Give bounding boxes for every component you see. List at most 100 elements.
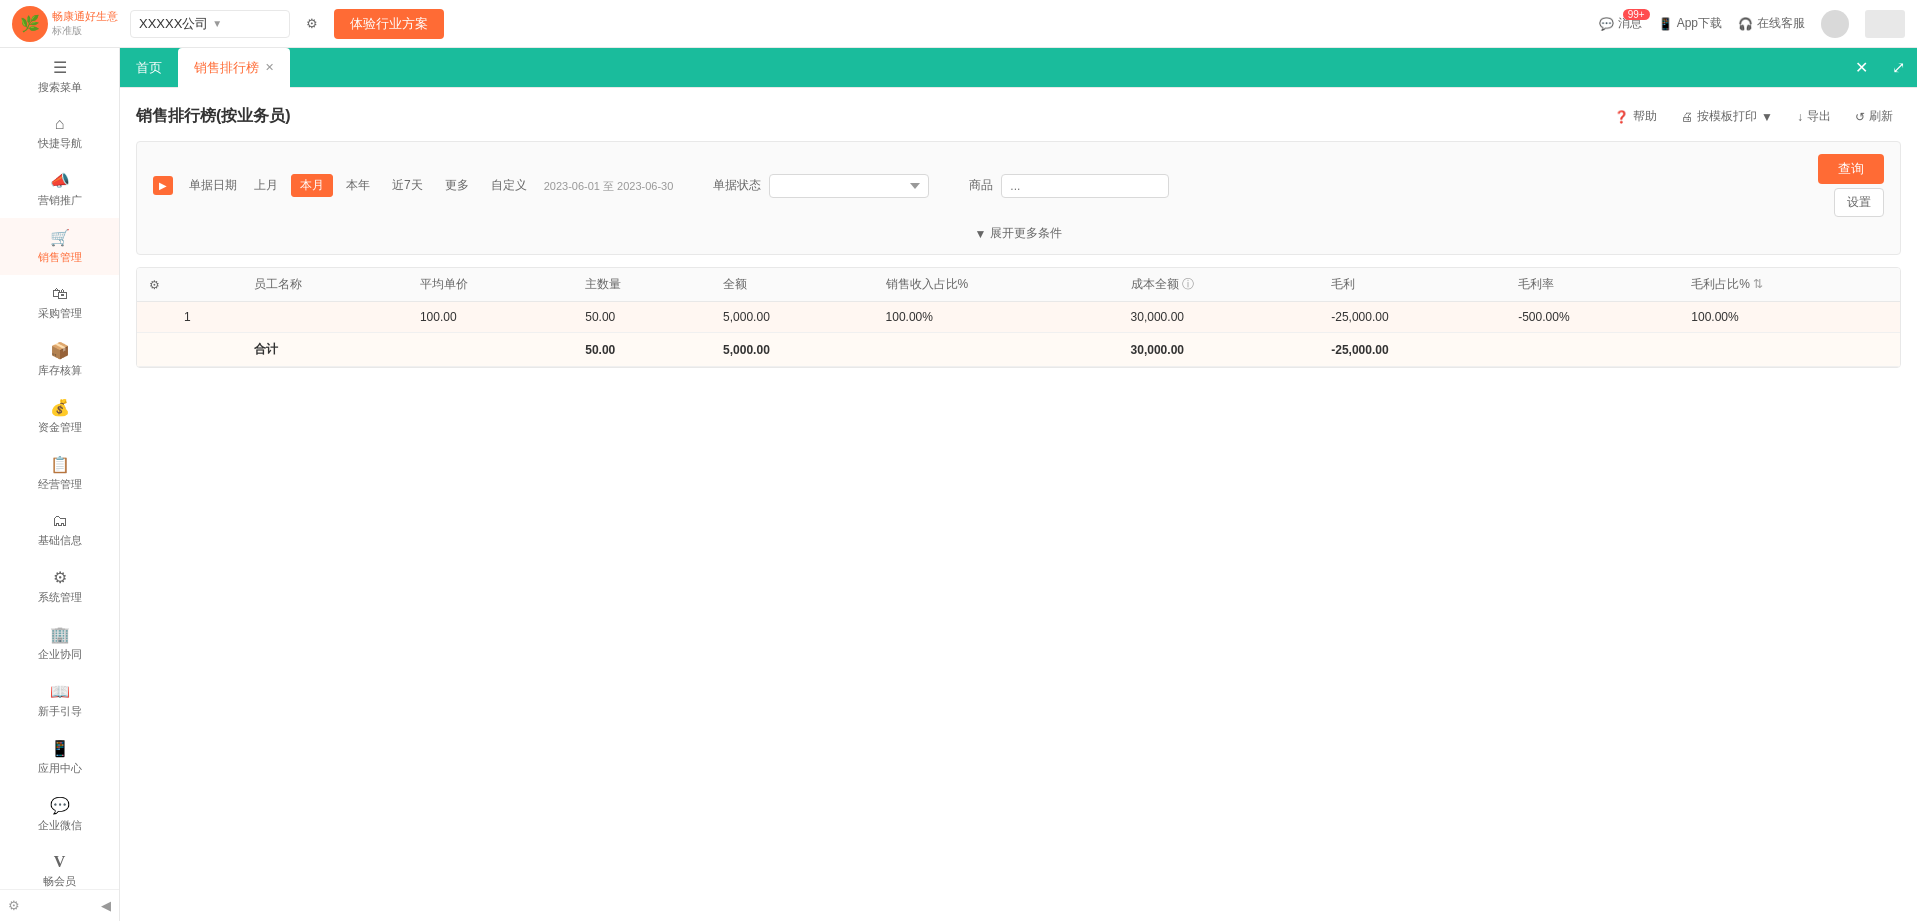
tab-expand-icon[interactable]: ⤢ [1880,48,1917,88]
sidebar-item-marketing[interactable]: 📣 营销推广 [0,161,119,218]
marketing-icon: 📣 [50,171,70,190]
date-tab-custom[interactable]: 自定义 [482,174,536,197]
trial-button[interactable]: 体验行业方案 [334,9,444,39]
settings-button[interactable]: ⚙ [298,10,326,38]
expand-conditions-btn[interactable]: ▼ 展开更多条件 [153,225,1884,242]
tab-close-all-icon[interactable]: ✕ [1843,48,1880,88]
sidebar-item-finance[interactable]: 💰 资金管理 [0,388,119,445]
th-gross-rate: 毛利率 [1506,268,1679,302]
status-select[interactable] [769,174,929,198]
print-chevron-icon: ▼ [1761,110,1773,124]
table-row: 1 100.00 50.00 5,000.00 100.00% 30,000.0… [137,302,1900,333]
help-button[interactable]: ❓ 帮助 [1606,104,1665,129]
message-badge: 99+ [1623,9,1650,20]
inventory-icon: 📦 [50,341,70,360]
th-name: 员工名称 [242,268,407,302]
th-gross: 毛利 [1319,268,1506,302]
operations-icon: 📋 [50,455,70,474]
sidebar-item-inventory[interactable]: 📦 库存核算 [0,331,119,388]
sidebar-item-basic-info[interactable]: 🗂 基础信息 [0,502,119,558]
th-qty: 主数量 [573,268,711,302]
table-footer-row: 合计 50.00 5,000.00 30,000.00 -25,000.00 [137,333,1900,367]
top-bar-left: 🌿 畅康通好生意 标准版 XXXXX公司 ▼ ⚙ 体验行业方案 [12,6,1599,42]
sidebar-menu: ☰ 搜索菜单 ⌂ 快捷导航 📣 营销推广 🛒 销售管理 🛍 采购管理 [0,48,119,889]
logo-icon: 🌿 [12,6,48,42]
online-service-button[interactable]: 🎧 在线客服 [1738,15,1805,32]
basic-icon: 🗂 [52,512,68,530]
app-center-icon: 📱 [50,739,70,758]
cost-info-icon[interactable]: ⓘ [1182,277,1194,291]
sidebar-item-quick-nav[interactable]: ⌂ 快捷导航 [0,105,119,161]
td-qty: 50.00 [573,302,711,333]
goods-input[interactable] [1001,174,1169,198]
gross-pct-sort-icon[interactable]: ⇅ [1753,277,1763,291]
footer-qty: 50.00 [573,333,711,367]
sidebar-item-system[interactable]: ⚙ 系统管理 [0,558,119,615]
print-icon: 🖨 [1681,110,1693,124]
company-selector[interactable]: XXXXX公司 ▼ [130,10,290,38]
filter-settings-button[interactable]: 设置 [1834,188,1884,217]
footer-rank [172,333,242,367]
query-button[interactable]: 查询 [1818,154,1884,184]
print-button[interactable]: 🖨 按模板打印 ▼ [1673,104,1781,129]
td-avg-price: 100.00 [408,302,573,333]
refresh-icon: ↺ [1855,110,1865,124]
date-tab-prev-month[interactable]: 上月 [245,174,287,197]
tab-sales-rank[interactable]: 销售排行榜 ✕ [178,48,290,88]
sidebar-item-operations[interactable]: 📋 经营管理 [0,445,119,502]
sidebar-label-guide: 新手引导 [38,704,82,719]
refresh-button[interactable]: ↺ 刷新 [1847,104,1901,129]
sidebar-collapse-icon[interactable]: ◀ [101,898,111,913]
message-button[interactable]: 💬 消息 99+ [1599,15,1642,32]
filter-collapse-btn[interactable]: ▶ [153,176,173,195]
filter-row: ▶ 单据日期 上月 本月 本年 近7天 更多 自定义 [153,154,1884,217]
td-gross-rate: -500.00% [1506,302,1679,333]
avatar[interactable] [1821,10,1849,38]
date-tab-last7[interactable]: 近7天 [383,174,432,197]
logo-sub: 标准版 [52,24,118,38]
sidebar-label-system: 系统管理 [38,590,82,605]
sidebar-label-operations: 经营管理 [38,477,82,492]
sidebar-item-guide[interactable]: 📖 新手引导 [0,672,119,729]
footer-avg-price [408,333,573,367]
date-filter: 单据日期 上月 本月 本年 近7天 更多 自定义 2023-06-01 至 20… [189,174,673,197]
top-bar-right: 💬 消息 99+ 📱 App下载 🎧 在线客服 [1599,10,1905,38]
date-tab-more[interactable]: 更多 [436,174,478,197]
member-icon: V [54,853,66,871]
app-download-button[interactable]: 📱 App下载 [1658,15,1722,32]
sidebar-item-enterprise[interactable]: 🏢 企业协同 [0,615,119,672]
logo-area: 🌿 畅康通好生意 标准版 [12,6,122,42]
date-tab-this-month[interactable]: 本月 [291,174,333,197]
export-button[interactable]: ↓ 导出 [1789,104,1839,129]
sidebar-item-purchase[interactable]: 🛍 采购管理 [0,275,119,331]
goods-filter-label: 商品 [969,177,993,194]
sidebar-item-search-order[interactable]: ☰ 搜索菜单 [0,48,119,105]
menu-icon: ☰ [53,58,67,77]
export-icon: ↓ [1797,110,1803,124]
sidebar-label-search: 搜索菜单 [38,80,82,95]
user-name-area [1865,10,1905,38]
page-actions: ❓ 帮助 🖨 按模板打印 ▼ ↓ 导出 ↺ [1606,104,1901,129]
footer-cost: 30,000.00 [1119,333,1320,367]
sidebar-item-member[interactable]: V 畅会员 [0,843,119,889]
sidebar-label-member: 畅会员 [43,874,76,889]
td-gross-pct: 100.00% [1679,302,1900,333]
td-name [242,302,407,333]
headset-icon: 🎧 [1738,17,1753,31]
column-settings-icon[interactable]: ⚙ [149,278,160,292]
top-bar: 🌿 畅康通好生意 标准版 XXXXX公司 ▼ ⚙ 体验行业方案 💬 消息 99+… [0,0,1917,48]
sidebar-label-nav: 快捷导航 [38,136,82,151]
sidebar-item-sales[interactable]: 🛒 销售管理 [0,218,119,275]
sidebar-label-purchase: 采购管理 [38,306,82,321]
sidebar-item-app-center[interactable]: 📱 应用中心 [0,729,119,786]
sidebar-item-wechat[interactable]: 💬 企业微信 [0,786,119,843]
table-container: ⚙ 员工名称 平均单价 主数量 全额 销售收入占比% 成本全额 ⓘ [136,267,1901,368]
tab-home[interactable]: 首页 [120,48,178,88]
tab-bar: 首页 销售排行榜 ✕ ✕ ⤢ [120,48,1917,88]
tab-close-icon[interactable]: ✕ [265,61,274,74]
date-tab-this-year[interactable]: 本年 [337,174,379,197]
footer-label: 合计 [242,333,407,367]
sidebar-settings-icon[interactable]: ⚙ [8,898,20,913]
sidebar: ☰ 搜索菜单 ⌂ 快捷导航 📣 营销推广 🛒 销售管理 🛍 采购管理 [0,48,120,921]
enterprise-icon: 🏢 [50,625,70,644]
